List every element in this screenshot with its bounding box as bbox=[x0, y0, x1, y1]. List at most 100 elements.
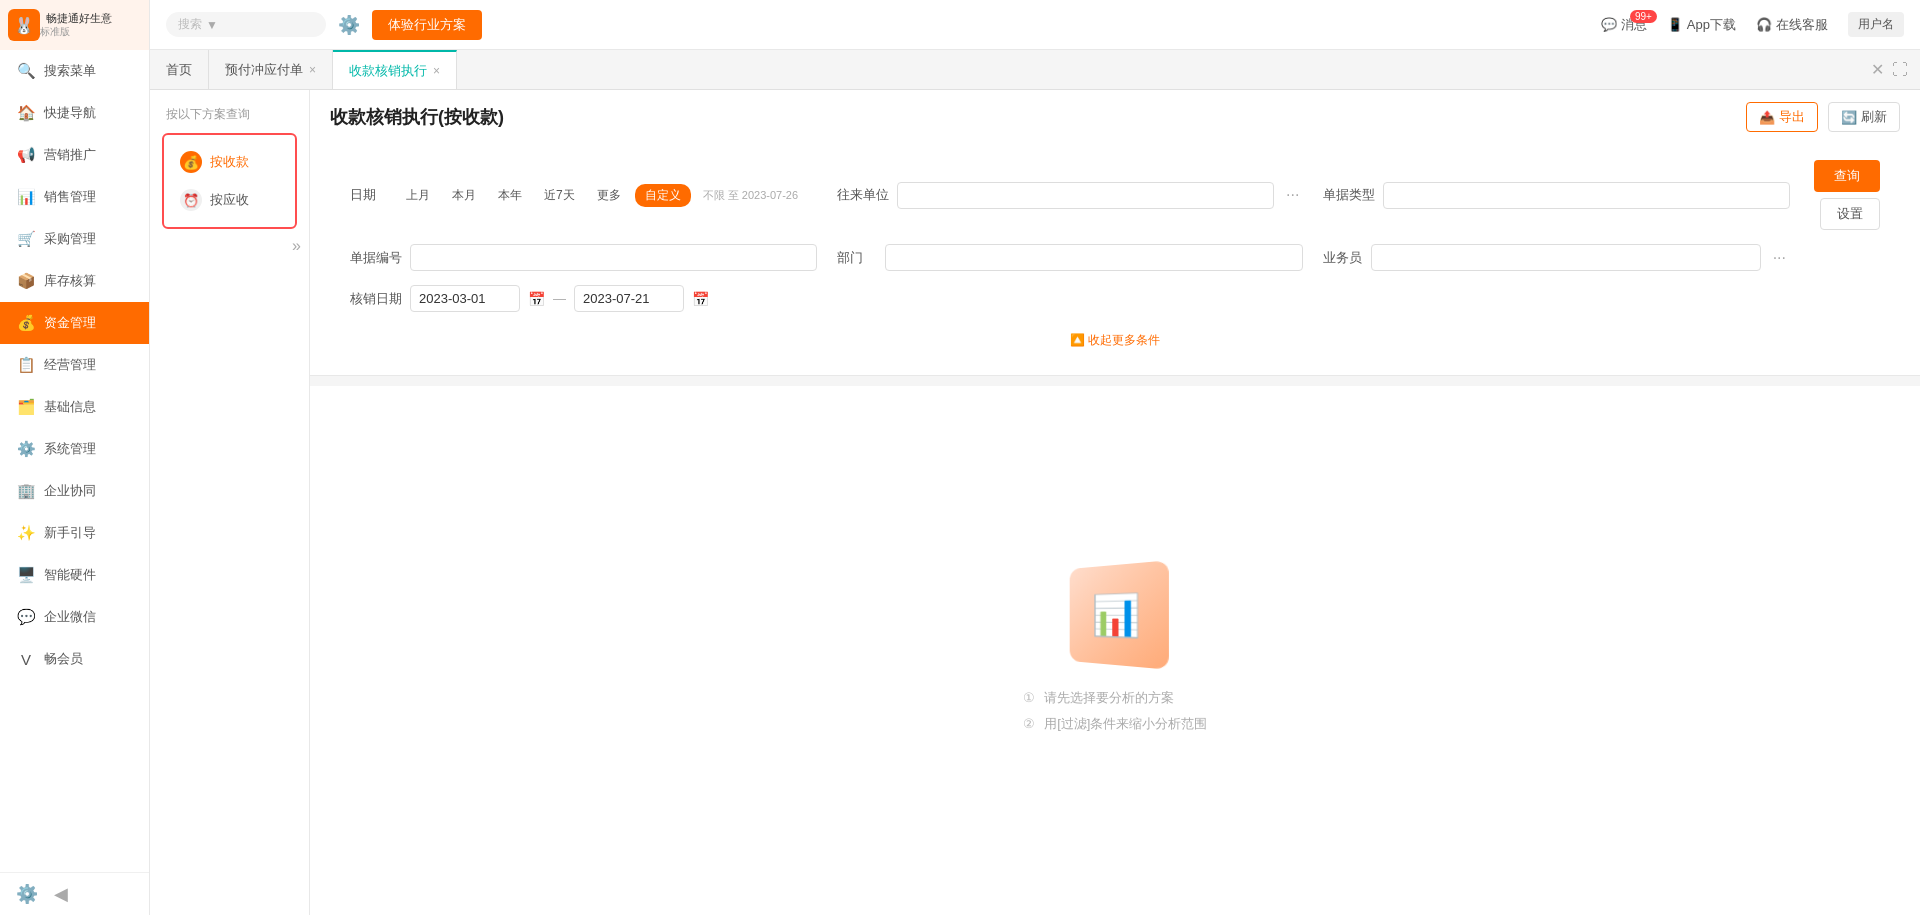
doc-type-label: 单据类型 bbox=[1323, 186, 1375, 204]
solution-button[interactable]: 体验行业方案 bbox=[372, 10, 482, 40]
purchase-icon: 🛒 bbox=[16, 229, 36, 249]
filter-item-by-receipt[interactable]: 💰 按收款 bbox=[164, 143, 295, 181]
by-receipt-icon: 💰 bbox=[180, 151, 202, 173]
setting-button[interactable]: 设置 bbox=[1820, 198, 1880, 230]
refresh-icon: 🔄 bbox=[1841, 110, 1857, 125]
content-area: 按以下方案查询 💰 按收款 ⏰ 按应收 » 收款核销执行(按收款) bbox=[150, 90, 1920, 915]
window-close-icon[interactable]: ✕ bbox=[1871, 60, 1884, 79]
sidebar-item-finance[interactable]: 💰 资金管理 bbox=[0, 302, 149, 344]
offset-date-end-input[interactable] bbox=[574, 285, 684, 312]
collapse-more-btn[interactable]: 🔼 收起更多条件 bbox=[350, 326, 1880, 359]
date-sub-text: 不限 至 2023-07-26 bbox=[703, 188, 798, 203]
doc-type-select[interactable] bbox=[1383, 182, 1790, 209]
topbar-online-service[interactable]: 🎧 在线客服 bbox=[1756, 16, 1828, 34]
sales-icon: 📊 bbox=[16, 187, 36, 207]
counterpart-filter-group: 往来单位 ··· bbox=[837, 182, 1304, 209]
dept-label: 部门 bbox=[837, 249, 877, 267]
dept-filter-group: 部门 bbox=[837, 244, 1304, 271]
message-badge: 99+ bbox=[1630, 10, 1657, 23]
filter-panel-collapse-btn[interactable]: » bbox=[150, 229, 309, 263]
filter-item-by-receivable[interactable]: ⏰ 按应收 bbox=[164, 181, 295, 219]
sidebar-item-purchase[interactable]: 🛒 采购管理 bbox=[0, 218, 149, 260]
marketing-icon: 📢 bbox=[16, 145, 36, 165]
smart-hardware-icon: 🖥️ bbox=[16, 565, 36, 585]
staff-label: 业务员 bbox=[1323, 249, 1363, 267]
offset-date-range: 📅 — 📅 bbox=[410, 285, 709, 312]
inventory-icon: 📦 bbox=[16, 271, 36, 291]
export-icon: 📤 bbox=[1759, 110, 1775, 125]
service-icon: 🎧 bbox=[1756, 17, 1772, 32]
window-maximize-icon[interactable]: ⛶ bbox=[1892, 61, 1908, 79]
content-right: 收款核销执行(按收款) 📤 导出 🔄 刷新 bbox=[310, 90, 1920, 915]
search-placeholder-text: 搜索 bbox=[178, 16, 202, 33]
sidebar-collapse-icon[interactable]: ◀ bbox=[54, 883, 68, 905]
search-dropdown-icon: ▼ bbox=[206, 18, 218, 32]
date-btn-custom[interactable]: 自定义 bbox=[635, 184, 691, 207]
dept-select[interactable] bbox=[885, 244, 1304, 271]
date-filter-group: 日期 上月 本月 本年 近7天 更多 自定义 不限 至 2023-07-26 bbox=[350, 184, 817, 207]
sidebar-item-operations[interactable]: 📋 经营管理 bbox=[0, 344, 149, 386]
tab-prepay-close-icon[interactable]: × bbox=[309, 63, 316, 77]
sidebar-item-marketing[interactable]: 📢 营销推广 bbox=[0, 134, 149, 176]
topbar-right: 💬 消息 99+ 📱 App下载 🎧 在线客服 用户名 bbox=[1601, 12, 1904, 37]
sidebar-item-system[interactable]: ⚙️ 系统管理 bbox=[0, 428, 149, 470]
doc-type-filter-group: 单据类型 bbox=[1323, 182, 1790, 209]
sidebar-nav: 🔍 搜索菜单 🏠 快捷导航 📢 营销推广 📊 销售管理 🛒 采购管理 📦 库存核… bbox=[0, 50, 149, 872]
date-btn-last-month[interactable]: 上月 bbox=[398, 184, 438, 207]
enterprise-icon: 🏢 bbox=[16, 481, 36, 501]
topbar-app-download[interactable]: 📱 App下载 bbox=[1667, 16, 1736, 34]
query-button[interactable]: 查询 bbox=[1814, 160, 1880, 192]
system-icon: ⚙️ bbox=[16, 439, 36, 459]
date-btn-this-year[interactable]: 本年 bbox=[490, 184, 530, 207]
sidebar-item-wechat[interactable]: 💬 企业微信 bbox=[0, 596, 149, 638]
date-buttons: 上月 本月 本年 近7天 更多 自定义 bbox=[398, 184, 691, 207]
sidebar-item-basic-info[interactable]: 🗂️ 基础信息 bbox=[0, 386, 149, 428]
empty-tips: ① 请先选择要分析的方案 ② 用[过滤]条件来缩小分析范围 bbox=[1023, 685, 1208, 737]
sidebar-item-sales[interactable]: 📊 销售管理 bbox=[0, 176, 149, 218]
tab-receipt-offset-close-icon[interactable]: × bbox=[433, 64, 440, 78]
counterpart-dots-icon[interactable]: ··· bbox=[1282, 186, 1303, 204]
tab-home[interactable]: 首页 bbox=[150, 50, 209, 89]
by-receivable-icon: ⏰ bbox=[180, 189, 202, 211]
sidebar-item-guide[interactable]: ✨ 新手引导 bbox=[0, 512, 149, 554]
filter-panel-title: 按以下方案查询 bbox=[150, 102, 309, 133]
staff-input[interactable] bbox=[1371, 244, 1760, 271]
counterpart-label: 往来单位 bbox=[837, 186, 889, 204]
offset-date-end-cal-icon[interactable]: 📅 bbox=[692, 291, 709, 307]
export-button[interactable]: 📤 导出 bbox=[1746, 102, 1818, 132]
topbar-gear-icon[interactable]: ⚙️ bbox=[338, 14, 360, 36]
tab-prepay[interactable]: 预付冲应付单 × bbox=[209, 50, 333, 89]
doc-no-filter-group: 单据编号 bbox=[350, 244, 817, 271]
sidebar-item-quick-nav[interactable]: 🏠 快捷导航 bbox=[0, 92, 149, 134]
topbar-user[interactable]: 用户名 bbox=[1848, 12, 1904, 37]
sidebar-item-inventory[interactable]: 📦 库存核算 bbox=[0, 260, 149, 302]
sidebar-bottom: ⚙️ ◀ bbox=[0, 872, 149, 915]
sidebar-item-search-menu[interactable]: 🔍 搜索菜单 bbox=[0, 50, 149, 92]
app-logo: 🐰 畅捷通好生意 标准版 bbox=[0, 0, 149, 50]
offset-date-start-input[interactable] bbox=[410, 285, 520, 312]
topbar-search-box[interactable]: 搜索 ▼ bbox=[166, 12, 326, 37]
empty-state: 📊 ① 请先选择要分析的方案 ② 用[过滤]条件来缩小分析范围 bbox=[310, 386, 1920, 915]
tab-receipt-offset[interactable]: 收款核销执行 × bbox=[333, 50, 457, 89]
logo-text: 畅捷通好生意 标准版 bbox=[40, 11, 112, 39]
doc-no-input[interactable] bbox=[410, 244, 817, 271]
date-btn-7days[interactable]: 近7天 bbox=[536, 184, 583, 207]
sidebar-item-smart-hardware[interactable]: 🖥️ 智能硬件 bbox=[0, 554, 149, 596]
staff-filter-group: 业务员 ··· bbox=[1323, 244, 1790, 271]
date-label: 日期 bbox=[350, 186, 390, 204]
search-menu-icon: 🔍 bbox=[16, 61, 36, 81]
offset-date-start-cal-icon[interactable]: 📅 bbox=[528, 291, 545, 307]
basic-info-icon: 🗂️ bbox=[16, 397, 36, 417]
sidebar-settings-icon[interactable]: ⚙️ bbox=[16, 883, 38, 905]
counterpart-input[interactable] bbox=[897, 182, 1274, 209]
topbar-messages[interactable]: 💬 消息 99+ bbox=[1601, 16, 1647, 34]
offset-date-filter-group: 核销日期 📅 — 📅 bbox=[350, 285, 1880, 312]
filter-form: 日期 上月 本月 本年 近7天 更多 自定义 不限 至 2023-07-26 bbox=[330, 144, 1900, 375]
refresh-button[interactable]: 🔄 刷新 bbox=[1828, 102, 1900, 132]
sidebar-item-vip[interactable]: V 畅会员 bbox=[0, 638, 149, 680]
date-btn-this-month[interactable]: 本月 bbox=[444, 184, 484, 207]
date-btn-more[interactable]: 更多 bbox=[589, 184, 629, 207]
vip-icon: V bbox=[16, 649, 36, 669]
staff-dots-icon[interactable]: ··· bbox=[1769, 249, 1790, 267]
sidebar-item-enterprise[interactable]: 🏢 企业协同 bbox=[0, 470, 149, 512]
